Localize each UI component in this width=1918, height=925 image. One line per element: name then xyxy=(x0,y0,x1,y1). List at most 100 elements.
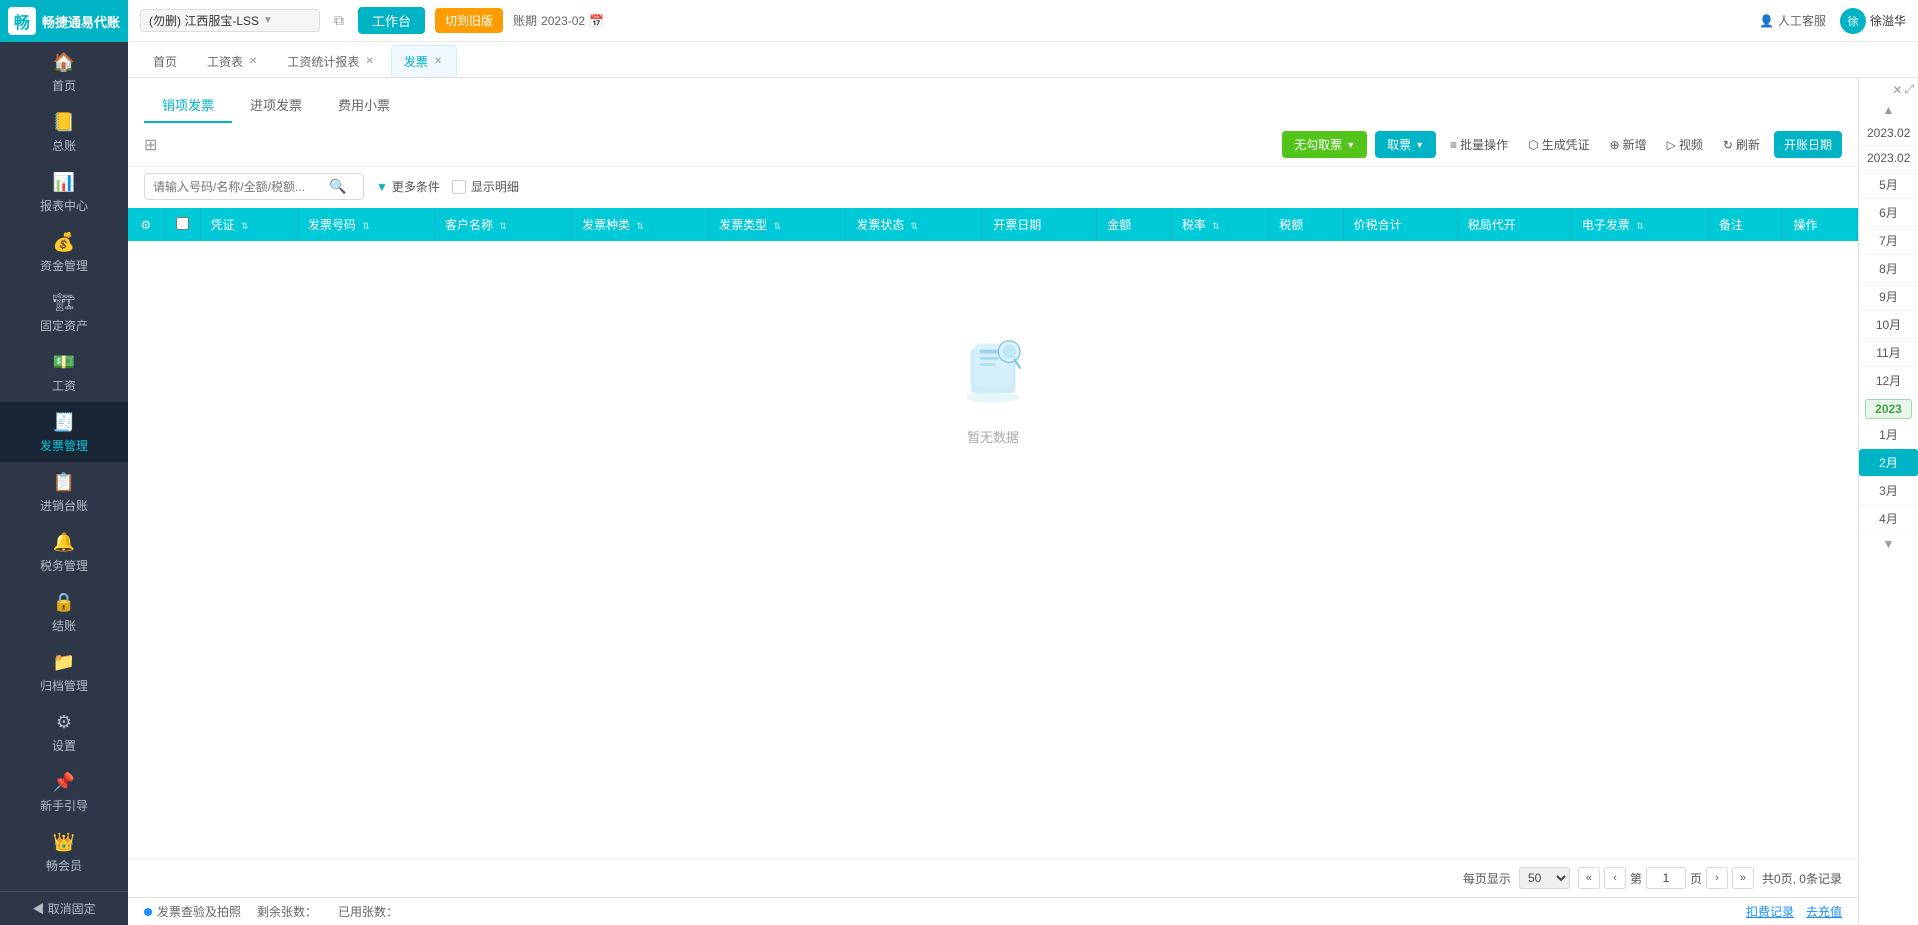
open-period-button[interactable]: 开账日期 xyxy=(1774,131,1842,158)
user-profile[interactable]: 徐 徐溢华 xyxy=(1840,8,1906,34)
gen-voucher-button[interactable]: ⬡ 生成凭证 xyxy=(1522,131,1596,158)
date-item-2023-02-first[interactable]: 2023.02 xyxy=(1859,121,1918,146)
sidebar-item-guide[interactable]: 📌新手引导 xyxy=(0,762,128,822)
copy-icon[interactable]: ⧉ xyxy=(330,10,348,31)
content-area: 销项发票 进项发票 费用小票 ⊞ 无勾取票 ▼ 取票 xyxy=(128,78,1918,925)
more-conditions-button[interactable]: ▼ 更多条件 xyxy=(376,178,440,195)
bottom-bar: 发票查验及拍照 剩余张数： 已用张数： 扣费记录 去充值 xyxy=(128,897,1858,925)
sidebar-collapse-btn[interactable]: ◀ 取消固定 xyxy=(0,892,128,925)
sidebar-item-funds[interactable]: 💰资金管理 xyxy=(0,222,128,282)
page-input[interactable] xyxy=(1646,867,1686,889)
empty-state: 暂无数据 xyxy=(128,241,1858,526)
sidebar-item-settings[interactable]: ⚙设置 xyxy=(0,702,128,762)
date-nav-down[interactable]: ▼ xyxy=(1859,533,1918,555)
tab-invoice[interactable]: 发票 ✕ xyxy=(391,45,457,77)
batch-op-button[interactable]: ≡ 批量操作 xyxy=(1444,131,1514,158)
new-button[interactable]: ⊕ 新增 xyxy=(1604,131,1653,158)
grid-settings-icon[interactable]: ⊞ xyxy=(144,135,157,155)
total-text: 共0页, 0条记录 xyxy=(1762,870,1842,887)
next-page-button[interactable]: › xyxy=(1706,867,1728,889)
service-icon: 👤 xyxy=(1759,14,1774,28)
date-item-11月[interactable]: 11月 xyxy=(1859,339,1918,367)
tab-invoice-close[interactable]: ✕ xyxy=(434,56,442,67)
search-icon[interactable]: 🔍 xyxy=(329,178,346,195)
recharge-link[interactable]: 去充值 xyxy=(1806,903,1842,920)
date-item-7月[interactable]: 7月 xyxy=(1859,227,1918,255)
no-deduct-button[interactable]: 无勾取票 ▼ xyxy=(1282,131,1367,158)
tab-salary-stats-close[interactable]: ✕ xyxy=(365,56,373,67)
sidebar-label-guide: 新手引导 xyxy=(40,797,88,814)
sidebar-item-ledger[interactable]: 📒总账 xyxy=(0,102,128,162)
tab-salary-label: 工资表 xyxy=(207,53,243,70)
tabbar: 首页 工资表 ✕ 工资统计报表 ✕ 发票 ✕ xyxy=(128,42,1918,78)
sidebar-item-sales[interactable]: 📋进销台账 xyxy=(0,462,128,522)
search-input[interactable] xyxy=(153,180,323,194)
sidebar-item-assets[interactable]: 🏗固定资产 xyxy=(0,282,128,342)
date-item-5月[interactable]: 5月 xyxy=(1859,171,1918,199)
sub-tab-outgoing[interactable]: 销项发票 xyxy=(144,88,232,123)
col-check[interactable] xyxy=(164,208,200,241)
topbar-right: 👤 人工客服 徐 徐溢华 xyxy=(1759,8,1906,34)
tab-salary-stats[interactable]: 工资统计报表 ✕ xyxy=(274,45,388,77)
date-item-10月[interactable]: 10月 xyxy=(1859,311,1918,339)
sidebar-item-home[interactable]: 🏠首页 xyxy=(0,42,128,102)
sidebar-item-archive[interactable]: 📁归档管理 xyxy=(0,642,128,702)
last-page-button[interactable]: » xyxy=(1732,867,1754,889)
workspace-button[interactable]: 工作台 xyxy=(358,7,425,34)
sidebar-item-reports[interactable]: 📊报表中心 xyxy=(0,162,128,222)
date-panel-close-icon[interactable]: ✕ xyxy=(1892,83,1902,97)
col-settings[interactable]: ⚙ xyxy=(128,208,164,241)
deduct-button[interactable]: 取票 ▼ xyxy=(1375,131,1436,158)
sidebar-item-member[interactable]: 👑畅会员 xyxy=(0,822,128,882)
date-2023-item-3月[interactable]: 3月 xyxy=(1859,477,1918,505)
refresh-button[interactable]: ↻ 刷新 xyxy=(1717,131,1766,158)
sidebar-item-tax[interactable]: 🔔税务管理 xyxy=(0,522,128,582)
prev-page-button[interactable]: ‹ xyxy=(1604,867,1626,889)
sidebar-icon-reports: 📊 xyxy=(53,172,75,193)
date-2023-item-2月[interactable]: 2月 xyxy=(1859,449,1918,477)
date-item-6月[interactable]: 6月 xyxy=(1859,199,1918,227)
sidebar-icon-invoice: 🧾 xyxy=(53,412,75,433)
invoice-check-dot xyxy=(144,908,152,916)
tab-salary-close[interactable]: ✕ xyxy=(249,56,257,67)
toolbar-right: 无勾取票 ▼ 取票 ▼ ≡ 批量操作 ⬡ 生成凭证 xyxy=(1282,131,1842,158)
date-2023-item-1月[interactable]: 1月 xyxy=(1859,421,1918,449)
tab-salary[interactable]: 工资表 ✕ xyxy=(194,45,272,77)
period-info: 账期 2023-02 📅 xyxy=(513,12,604,29)
page-size-select: 50 10 20 100 xyxy=(1519,867,1570,889)
sidebar-item-salary[interactable]: 💵工资 xyxy=(0,342,128,402)
video-button[interactable]: ▷ 视频 xyxy=(1661,131,1709,158)
col-tax-total: 价税合计 xyxy=(1343,208,1457,241)
invoice-check-item: 发票查验及拍照 xyxy=(144,903,241,920)
date-item-12月[interactable]: 12月 xyxy=(1859,367,1918,395)
sub-tab-incoming[interactable]: 进项发票 xyxy=(232,88,320,123)
sidebar-icon-ledger: 📒 xyxy=(53,112,75,133)
date-panel: ✕ ⤢ ▲ 2023.02 2023.02 5月6月7月8月9月10月11月12… xyxy=(1858,78,1918,925)
invoice-table: ⚙ 凭证 ⇅ 发票号码 ⇅ 客户名称 ⇅ 发票种类 ⇅ 发票类型 ⇅ 发票状态 … xyxy=(128,208,1858,858)
company-selector[interactable]: (勿删) 江西服宝-LSS ▼ xyxy=(140,9,320,32)
tab-home[interactable]: 首页 xyxy=(140,45,192,77)
sidebar-item-close[interactable]: 🔒结账 xyxy=(0,582,128,642)
date-nav-up[interactable]: ▲ xyxy=(1859,99,1918,121)
show-detail-toggle[interactable]: 显示明细 xyxy=(452,178,519,195)
show-detail-checkbox[interactable] xyxy=(452,180,466,194)
switch-version-button[interactable]: 切到旧版 xyxy=(435,8,503,33)
year-2023-label: 2023 xyxy=(1865,399,1912,419)
sidebar-item-invoice[interactable]: 🧾发票管理 xyxy=(0,402,128,462)
customer-service[interactable]: 👤 人工客服 xyxy=(1759,12,1826,29)
batch-op-label: 批量操作 xyxy=(1460,136,1508,153)
sub-tab-expense[interactable]: 费用小票 xyxy=(320,88,408,123)
select-all-checkbox[interactable] xyxy=(176,217,189,230)
date-item-9月[interactable]: 9月 xyxy=(1859,283,1918,311)
date-2023-item-4月[interactable]: 4月 xyxy=(1859,505,1918,533)
toolbar: ⊞ 无勾取票 ▼ 取票 ▼ ≡ 批量操作 ⬡ xyxy=(128,123,1858,167)
calendar-icon[interactable]: 📅 xyxy=(589,14,604,28)
first-page-button[interactable]: « xyxy=(1578,867,1600,889)
sidebar-icon-sales: 📋 xyxy=(53,472,75,493)
fee-record-link[interactable]: 扣费记录 xyxy=(1746,903,1794,920)
page-size-dropdown[interactable]: 50 10 20 100 xyxy=(1519,867,1570,889)
sub-tab-expense-label: 费用小票 xyxy=(338,98,390,113)
date-panel-expand-icon[interactable]: ⤢ xyxy=(1904,82,1914,97)
date-item-2023-02-second[interactable]: 2023.02 xyxy=(1859,146,1918,171)
date-item-8月[interactable]: 8月 xyxy=(1859,255,1918,283)
